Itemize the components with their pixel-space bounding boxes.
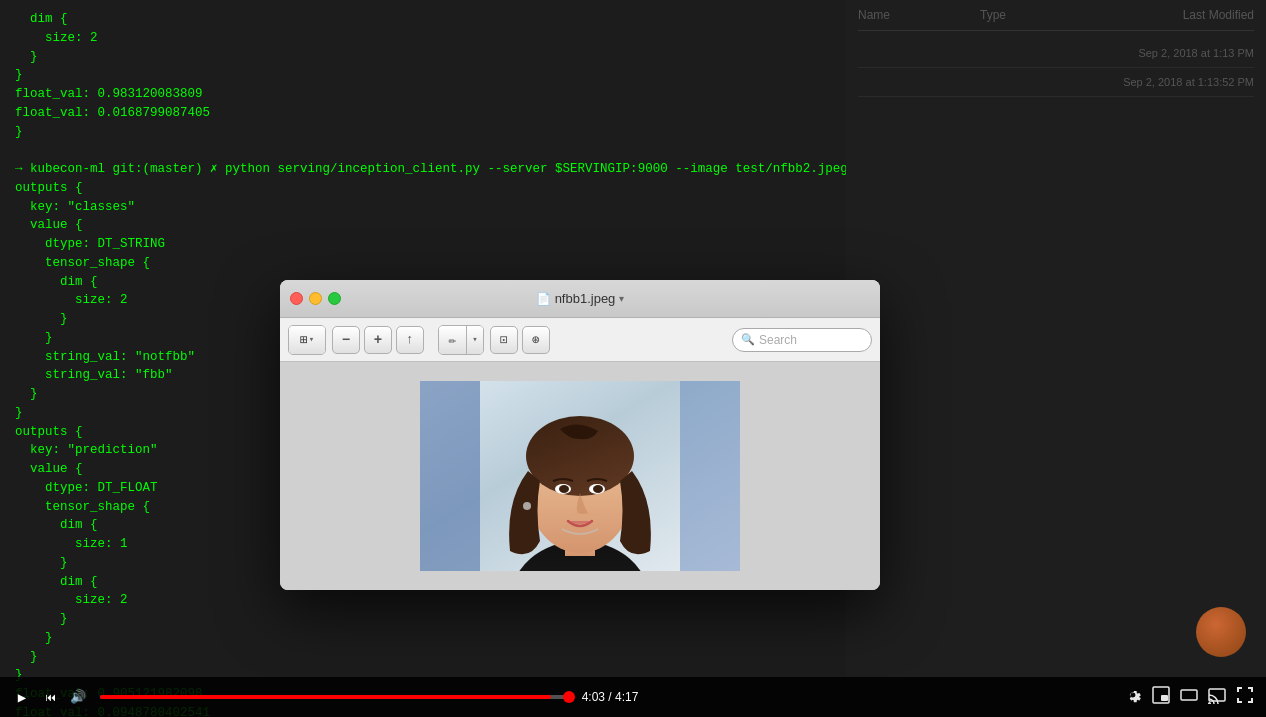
svg-rect-1 — [420, 381, 480, 571]
minimize-button[interactable] — [309, 292, 322, 305]
zoom-out-button[interactable]: − — [332, 326, 360, 354]
right-panel: Name Type Last Modified Sep 2, 2018 at 1… — [846, 0, 1266, 677]
dropdown-arrow-icon[interactable]: ▾ — [619, 293, 624, 304]
zoom-button[interactable] — [328, 292, 341, 305]
cast-icon — [1208, 686, 1226, 704]
theater-button[interactable] — [1180, 686, 1198, 709]
time-current: 4:03 — [582, 690, 605, 704]
close-button[interactable] — [290, 292, 303, 305]
pen-icon: ✏ — [449, 332, 457, 348]
avatar — [1196, 607, 1246, 657]
svg-rect-14 — [1181, 690, 1197, 700]
panel-date-2: Sep 2, 2018 at 1:13:52 PM — [1123, 76, 1254, 88]
image-viewer: 📄 nfbb1.jpeg ▾ ⊞ ▾ − + ↑ ✏ ▾ ⊡ — [280, 280, 880, 590]
progress-bar[interactable] — [100, 695, 570, 699]
markup-button[interactable]: ✏ — [439, 326, 467, 354]
sidebar-toggle-button[interactable]: ⊞ ▾ — [289, 326, 325, 354]
volume-button[interactable]: 🔊 — [68, 687, 88, 707]
traffic-lights — [290, 292, 341, 305]
search-icon: 🔍 — [741, 333, 755, 346]
panel-header-modified: Last Modified — [1183, 8, 1254, 22]
miniplayer-button[interactable] — [1152, 686, 1170, 709]
search-box[interactable]: 🔍 Search — [732, 328, 872, 352]
panel-header-name: Name — [858, 8, 890, 22]
search-placeholder: Search — [759, 333, 797, 347]
share-icon: ↑ — [406, 332, 414, 347]
progress-dot — [563, 691, 575, 703]
file-icon: 📄 — [536, 292, 551, 306]
viewer-toolbar: ⊞ ▾ − + ↑ ✏ ▾ ⊡ ⊛ 🔍 Search — [280, 318, 880, 362]
panel-date-1: Sep 2, 2018 at 1:13 PM — [1138, 47, 1254, 59]
copy-icon: ⊡ — [500, 332, 508, 348]
time-separator: / — [608, 690, 615, 704]
play-button[interactable]: ▶ — [12, 687, 32, 707]
play-icon: ▶ — [18, 689, 26, 706]
svg-point-11 — [523, 502, 531, 510]
markup-group: ✏ ▾ — [438, 325, 484, 355]
theater-icon — [1180, 686, 1198, 704]
viewer-content — [280, 362, 880, 590]
filename: nfbb1.jpeg — [555, 291, 616, 306]
skip-back-button[interactable]: ⏮ — [40, 687, 60, 707]
info-button[interactable]: ⊛ — [522, 326, 550, 354]
svg-point-16 — [1208, 702, 1211, 704]
svg-point-9 — [559, 485, 569, 493]
svg-rect-2 — [680, 381, 740, 571]
viewer-titlebar: 📄 nfbb1.jpeg ▾ — [280, 280, 880, 318]
volume-icon: 🔊 — [70, 689, 86, 705]
zoom-in-button[interactable]: + — [364, 326, 392, 354]
settings-button[interactable] — [1124, 686, 1142, 709]
sidebar-toggle-group: ⊞ ▾ — [288, 325, 326, 355]
cast-button[interactable] — [1208, 686, 1226, 709]
time-total: 4:17 — [615, 690, 638, 704]
fullscreen-icon — [1236, 686, 1254, 704]
viewer-title: 📄 nfbb1.jpeg ▾ — [536, 291, 625, 306]
miniplayer-icon — [1152, 686, 1170, 704]
markup-dropdown[interactable]: ▾ — [467, 326, 483, 354]
panel-header-type: Type — [980, 8, 1006, 22]
right-controls — [1124, 686, 1254, 709]
panel-row-2: Sep 2, 2018 at 1:13:52 PM — [858, 68, 1254, 97]
share-button[interactable]: ↑ — [396, 326, 424, 354]
skip-back-icon: ⏮ — [45, 691, 56, 704]
time-display: 4:03 / 4:17 — [582, 690, 639, 704]
zoom-out-icon: − — [342, 332, 350, 348]
panel-row-1: Sep 2, 2018 at 1:13 PM — [858, 39, 1254, 68]
info-icon: ⊛ — [532, 332, 540, 348]
zoom-in-icon: + — [374, 332, 382, 348]
svg-point-10 — [593, 485, 603, 493]
person-image — [420, 381, 740, 571]
fullscreen-button[interactable] — [1236, 686, 1254, 709]
copy-button[interactable]: ⊡ — [490, 326, 518, 354]
svg-rect-13 — [1161, 695, 1168, 701]
progress-fill — [100, 695, 551, 699]
settings-icon — [1124, 686, 1142, 704]
video-controls-bar: ▶ ⏮ 🔊 4:03 / 4:17 — [0, 677, 1266, 717]
